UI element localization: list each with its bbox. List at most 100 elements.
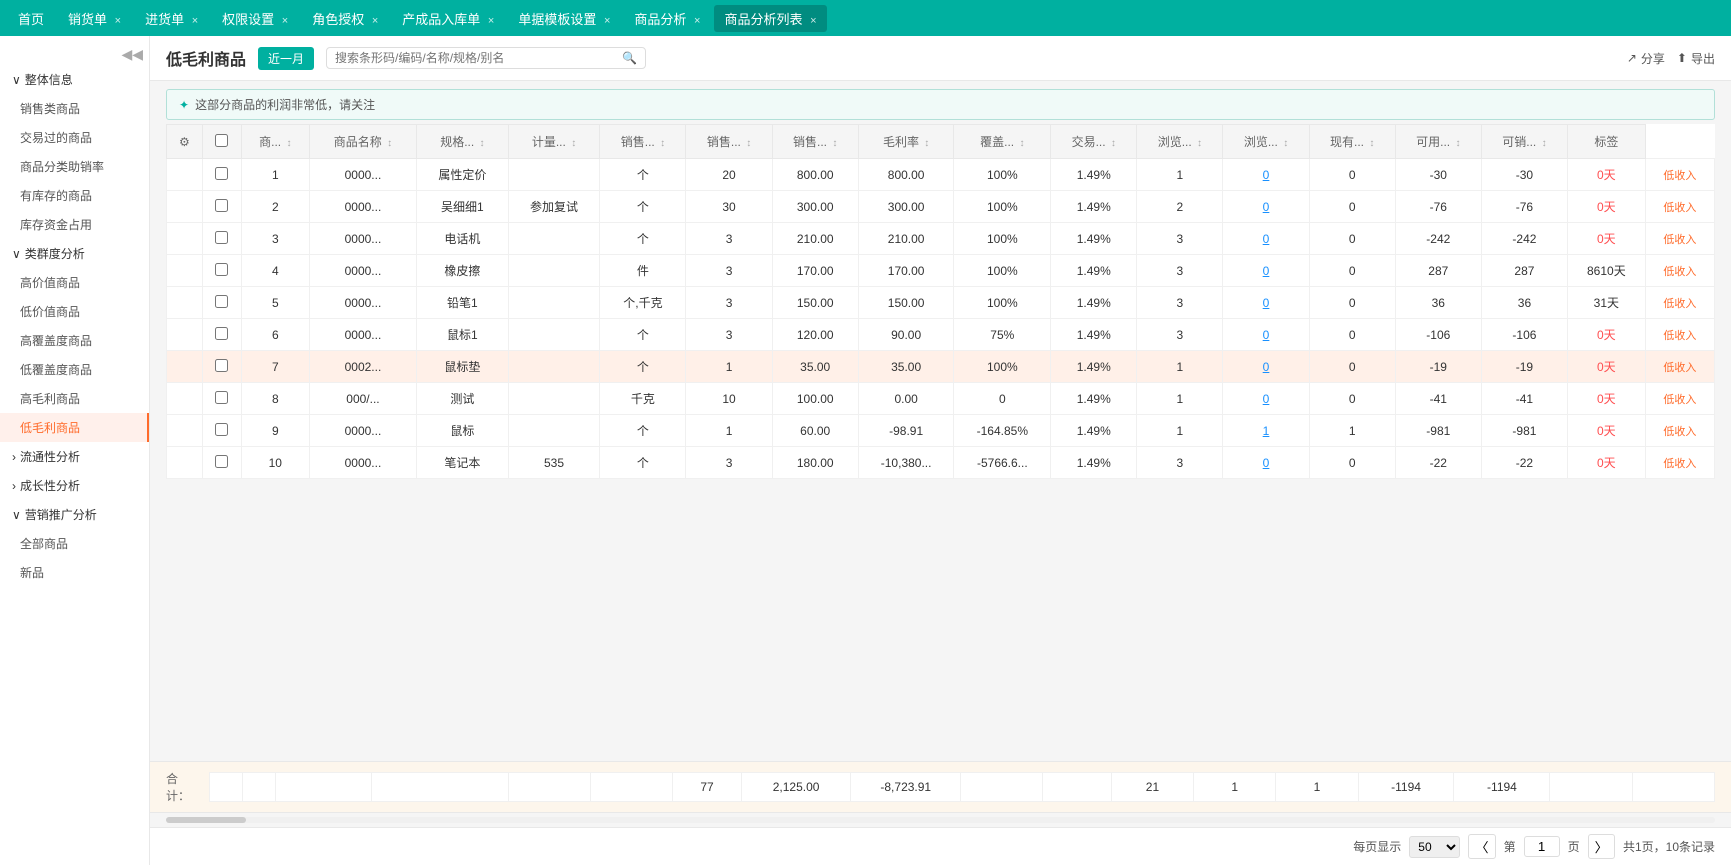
sidebar-item-high-margin[interactable]: 高毛利商品 <box>0 384 149 413</box>
row-checkbox[interactable] <box>202 191 241 223</box>
nav-product-in[interactable]: 产成品入库单 × <box>392 5 504 32</box>
per-page-select[interactable]: 50 20 100 <box>1409 836 1460 858</box>
row-checkbox[interactable] <box>202 447 241 479</box>
col-checkbox[interactable] <box>202 125 241 159</box>
col-sales-profit[interactable]: 销售... ↕ <box>772 125 858 159</box>
row-select-checkbox[interactable] <box>215 295 228 308</box>
close-icon[interactable]: × <box>694 15 700 27</box>
sidebar-item-all-products[interactable]: 全部商品 <box>0 529 149 558</box>
nav-home[interactable]: 首页 <box>8 5 54 32</box>
sidebar-group-flow[interactable]: › 流通性分析 <box>0 442 149 471</box>
col-browse2[interactable]: 浏览... ↕ <box>1223 125 1309 159</box>
sidebar-item-stock-products[interactable]: 有库存的商品 <box>0 181 149 210</box>
sidebar-item-sales-products[interactable]: 销售类商品 <box>0 94 149 123</box>
time-filter-button[interactable]: 近一月 <box>258 47 314 70</box>
col-gross-rate[interactable]: 毛利率 ↕ <box>858 125 954 159</box>
close-icon[interactable]: × <box>604 15 610 27</box>
row-browse1[interactable]: 0 <box>1223 447 1309 479</box>
row-checkbox[interactable] <box>202 255 241 287</box>
row-checkbox[interactable] <box>202 159 241 191</box>
col-coverage[interactable]: 覆盖... ↕ <box>954 125 1051 159</box>
col-browse1[interactable]: 浏览... ↕ <box>1137 125 1223 159</box>
row-sales-qty: 20 <box>686 159 772 191</box>
row-browse1[interactable]: 0 <box>1223 223 1309 255</box>
page-input[interactable] <box>1524 836 1560 857</box>
sidebar-item-new-products[interactable]: 新品 <box>0 558 149 587</box>
sidebar-item-low-coverage[interactable]: 低覆盖度商品 <box>0 355 149 384</box>
nav-template[interactable]: 单据模板设置 × <box>508 5 620 32</box>
search-input[interactable] <box>335 51 618 65</box>
row-select-checkbox[interactable] <box>215 327 228 340</box>
row-browse1[interactable]: 0 <box>1223 319 1309 351</box>
sidebar-item-category-rate[interactable]: 商品分类助销率 <box>0 152 149 181</box>
sidebar-collapse-button[interactable]: ◀◀ <box>121 46 143 63</box>
sidebar-group-growth[interactable]: › 成长性分析 <box>0 471 149 500</box>
row-select-checkbox[interactable] <box>215 391 228 404</box>
row-browse1[interactable]: 0 <box>1223 287 1309 319</box>
sidebar-item-high-value[interactable]: 高价值商品 <box>0 268 149 297</box>
nav-product-analysis-list[interactable]: 商品分析列表 × <box>714 5 826 32</box>
close-icon[interactable]: × <box>488 15 494 27</box>
nav-purchase-order[interactable]: 进货单 × <box>135 5 208 32</box>
col-unit[interactable]: 计量... ↕ <box>508 125 600 159</box>
horizontal-scrollbar[interactable] <box>166 817 1715 823</box>
close-icon[interactable]: × <box>372 15 378 27</box>
nav-sales-order[interactable]: 销货单 × <box>58 5 131 32</box>
col-transaction[interactable]: 交易... ↕ <box>1051 125 1137 159</box>
col-sales-qty[interactable]: 销售... ↕ <box>600 125 686 159</box>
col-code[interactable]: 商... ↕ <box>241 125 309 159</box>
col-settings[interactable]: ⚙ <box>167 125 203 159</box>
row-select-checkbox[interactable] <box>215 359 228 372</box>
row-checkbox[interactable] <box>202 351 241 383</box>
row-browse1[interactable]: 0 <box>1223 383 1309 415</box>
sidebar-item-high-coverage[interactable]: 高覆盖度商品 <box>0 326 149 355</box>
row-checkbox[interactable] <box>202 319 241 351</box>
sidebar-item-traded-products[interactable]: 交易过的商品 <box>0 123 149 152</box>
select-all-checkbox[interactable] <box>215 134 228 147</box>
close-icon[interactable]: × <box>192 15 198 27</box>
nav-product-analysis[interactable]: 商品分析 × <box>624 5 710 32</box>
share-button[interactable]: ↗ 分享 <box>1627 50 1665 67</box>
row-checkbox[interactable] <box>202 383 241 415</box>
sidebar-item-stock-capital[interactable]: 库存资金占用 <box>0 210 149 239</box>
sidebar-item-low-margin[interactable]: 低毛利商品 <box>0 413 149 442</box>
row-select-checkbox[interactable] <box>215 263 228 276</box>
row-select-checkbox[interactable] <box>215 167 228 180</box>
row-select-checkbox[interactable] <box>215 455 228 468</box>
col-tag[interactable]: 标签 <box>1568 125 1646 159</box>
pagination-bar: 每页显示 50 20 100 〈 第 页 〉 共1页，10条记录 <box>150 827 1731 865</box>
prev-page-button[interactable]: 〈 <box>1468 834 1495 859</box>
scrollbar-thumb[interactable] <box>166 817 246 823</box>
row-browse1[interactable]: 0 <box>1223 255 1309 287</box>
row-select-checkbox[interactable] <box>215 231 228 244</box>
sidebar-group-overall[interactable]: ∨ 整体信息 <box>0 65 149 94</box>
export-button[interactable]: ⬆ 导出 <box>1677 50 1715 67</box>
row-select-checkbox[interactable] <box>215 423 228 436</box>
row-browse1[interactable]: 0 <box>1223 159 1309 191</box>
col-spec[interactable]: 规格... ↕ <box>417 125 509 159</box>
row-checkbox[interactable] <box>202 287 241 319</box>
nav-permission[interactable]: 权限设置 × <box>212 5 298 32</box>
footer-browse1: 1 <box>1194 773 1276 802</box>
col-saleable[interactable]: 可销... ↕ <box>1481 125 1567 159</box>
row-browse1[interactable]: 0 <box>1223 351 1309 383</box>
sidebar-item-low-value[interactable]: 低价值商品 <box>0 297 149 326</box>
row-select-checkbox[interactable] <box>215 199 228 212</box>
col-sales-amount[interactable]: 销售... ↕ <box>686 125 772 159</box>
close-icon[interactable]: × <box>115 15 121 27</box>
sidebar-group-marketing[interactable]: ∨ 营销推广分析 <box>0 500 149 529</box>
nav-role[interactable]: 角色授权 × <box>302 5 388 32</box>
next-page-button[interactable]: 〉 <box>1588 834 1615 859</box>
col-name[interactable]: 商品名称 ↕ <box>309 125 416 159</box>
row-sales-profit: 90.00 <box>858 319 954 351</box>
row-browse1[interactable]: 1 <box>1223 415 1309 447</box>
row-checkbox[interactable] <box>202 415 241 447</box>
close-icon[interactable]: × <box>282 15 288 27</box>
sidebar-group-cluster[interactable]: ∨ 类群度分析 <box>0 239 149 268</box>
col-available[interactable]: 可用... ↕ <box>1395 125 1481 159</box>
close-icon[interactable]: × <box>810 15 816 27</box>
row-checkbox[interactable] <box>202 223 241 255</box>
row-browse1[interactable]: 0 <box>1223 191 1309 223</box>
search-icon[interactable]: 🔍 <box>622 51 637 65</box>
col-current-stock[interactable]: 现有... ↕ <box>1309 125 1395 159</box>
